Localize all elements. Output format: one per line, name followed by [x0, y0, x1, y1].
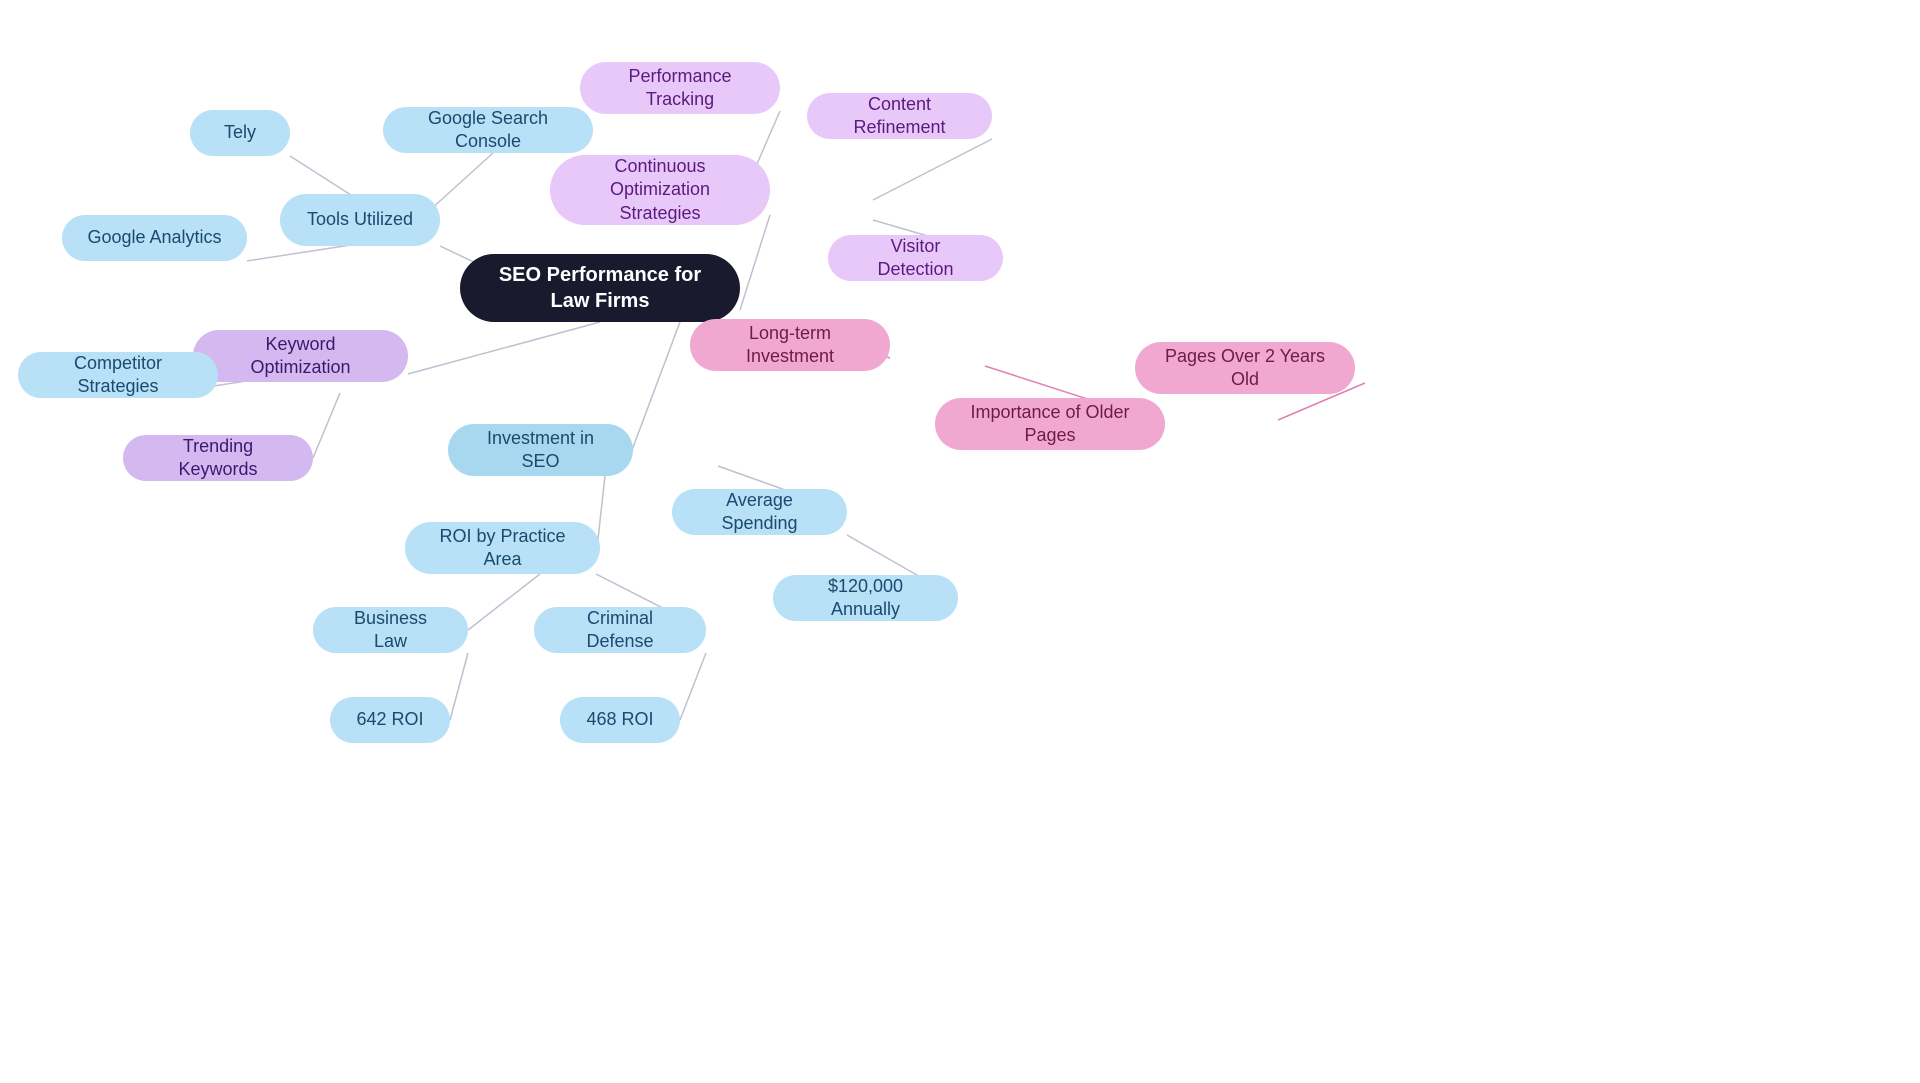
long-term-investment-node: Long-term Investment: [690, 319, 890, 371]
business-law-node: Business Law: [313, 607, 468, 653]
google-search-console-node: Google Search Console: [383, 107, 593, 153]
tely-node: Tely: [190, 110, 290, 156]
trending-keywords-node: Trending Keywords: [123, 435, 313, 481]
spending-amount-node: $120,000 Annually: [773, 575, 958, 621]
competitor-strategies-node: Competitor Strategies: [18, 352, 218, 398]
keyword-optimization-node: Keyword Optimization: [193, 330, 408, 382]
performance-tracking-node: Performance Tracking: [580, 62, 780, 114]
roi-468-node: 468 ROI: [560, 697, 680, 743]
tools-utilized-node: Tools Utilized: [280, 194, 440, 246]
content-refinement-node: Content Refinement: [807, 93, 992, 139]
roi-by-practice-area-node: ROI by Practice Area: [405, 522, 600, 574]
pages-over-2-years-node: Pages Over 2 Years Old: [1135, 342, 1355, 394]
roi-642-node: 642 ROI: [330, 697, 450, 743]
visitor-detection-node: Visitor Detection: [828, 235, 1003, 281]
criminal-defense-node: Criminal Defense: [534, 607, 706, 653]
importance-of-older-pages-node: Importance of Older Pages: [935, 398, 1165, 450]
average-spending-node: Average Spending: [672, 489, 847, 535]
center-node: SEO Performance for Law Firms: [460, 254, 740, 322]
google-analytics-node: Google Analytics: [62, 215, 247, 261]
continuous-optimization-node: Continuous Optimization Strategies: [550, 155, 770, 225]
investment-in-seo-node: Investment in SEO: [448, 424, 633, 476]
